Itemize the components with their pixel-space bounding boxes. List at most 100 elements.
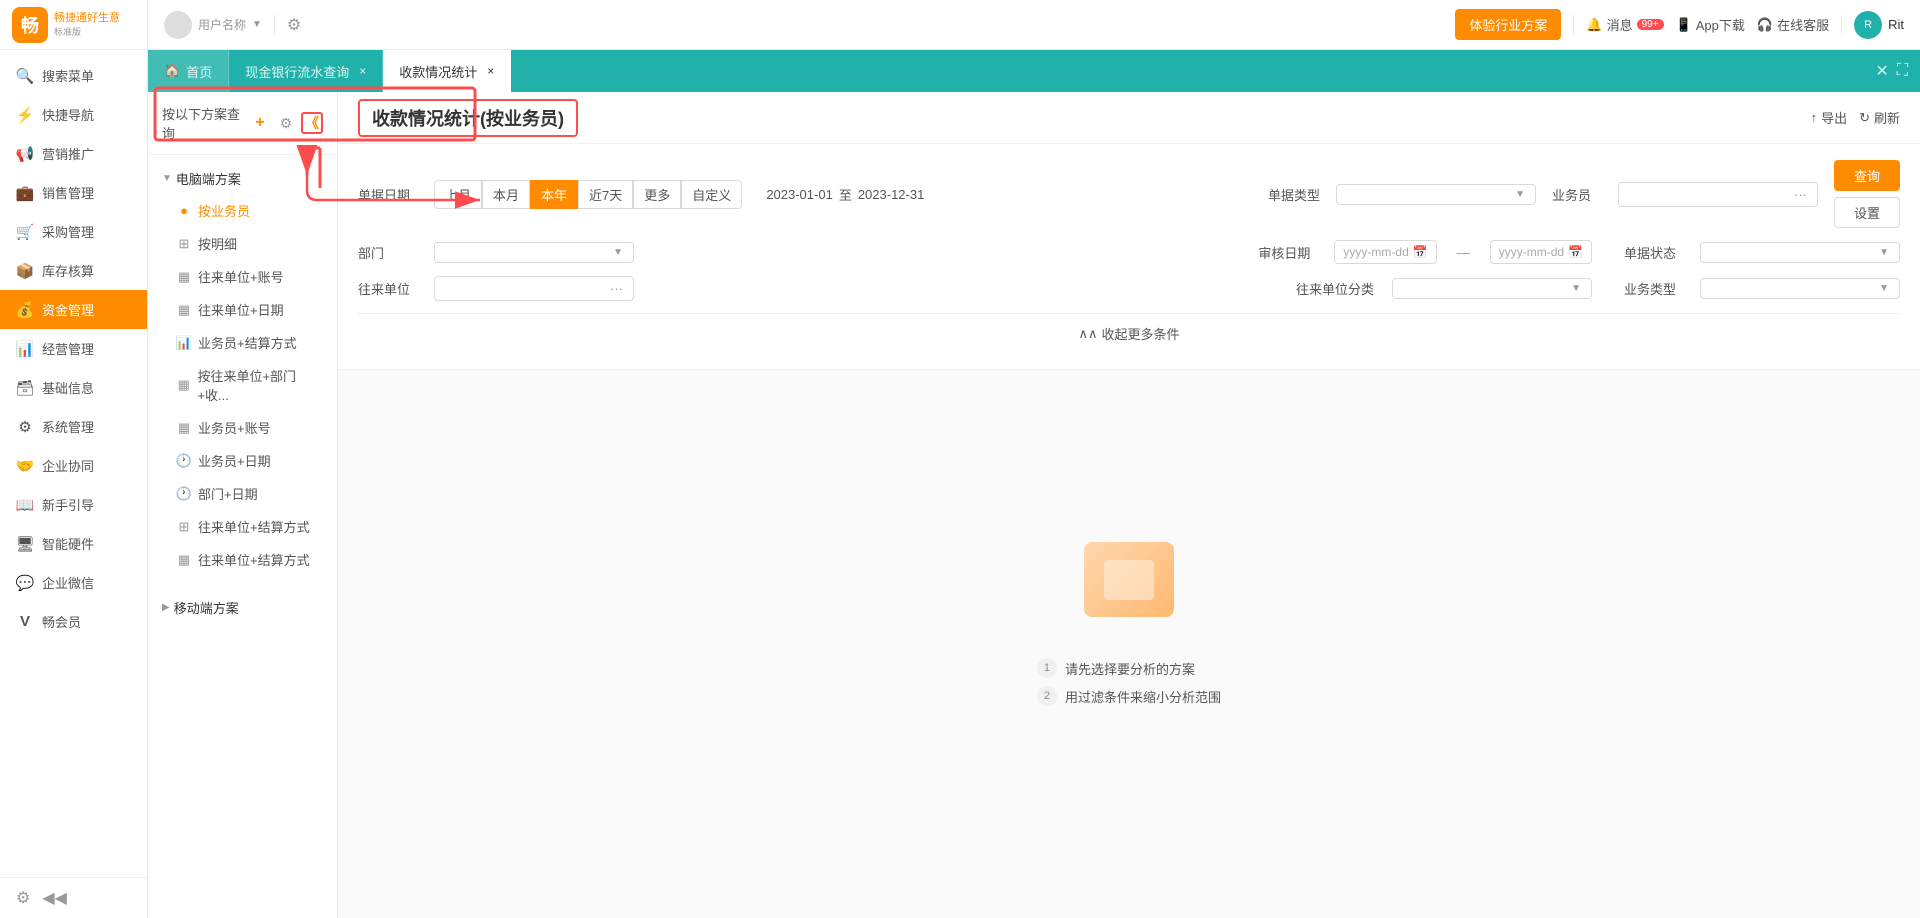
scheme-item-partner-account[interactable]: ▦ 往来单位+账号 [148, 260, 337, 293]
sidebar-item-wechat[interactable]: 💬 企业微信 [0, 563, 147, 602]
sidebar-item-finance[interactable]: 💰 资金管理 [0, 290, 147, 329]
sidebar-item-enterprise[interactable]: 🤝 企业协同 [0, 446, 147, 485]
refresh-btn[interactable]: ↻ 刷新 [1859, 108, 1900, 127]
date-btn-custom[interactable]: 自定义 [681, 180, 742, 209]
sidebar-item-quicknav[interactable]: ⚡ 快捷导航 [0, 95, 147, 134]
search-icon: 🔍 [16, 67, 34, 85]
sidebar: 畅 畅捷通好生意 标准版 🔍 搜索菜单 ⚡ 快捷导航 📢 营销推广 💼 销售管理… [0, 0, 148, 918]
purchase-icon: 🛒 [16, 223, 34, 241]
notification-btn[interactable]: 🔔 消息 99+ [1586, 15, 1663, 34]
maximize-icon[interactable]: ⛶ [1897, 62, 1908, 80]
scheme-item-dept-date[interactable]: 🕐 部门+日期 [148, 477, 337, 510]
review-date-to[interactable]: yyyy-mm-dd 📅 [1490, 240, 1592, 264]
sales-icon: 💼 [16, 184, 34, 202]
sidebar-item-purchase[interactable]: 🛒 采购管理 [0, 212, 147, 251]
partner-more-icon[interactable]: ··· [610, 281, 623, 296]
scheme-item-salesperson-settlement[interactable]: 📊 业务员+结算方式 [148, 326, 337, 359]
date-btn-thismonth[interactable]: 本月 [482, 180, 530, 209]
table2-icon: ▦ [176, 302, 192, 318]
chevron-down-icon[interactable]: ▼ [252, 19, 262, 30]
dept-select[interactable]: ▼ [434, 242, 634, 263]
scheme-item-partner-settlement2[interactable]: ▦ 往来单位+结算方式 [148, 543, 337, 576]
app-download-btn[interactable]: 📱 App下载 [1676, 15, 1745, 34]
sidebar-item-search[interactable]: 🔍 搜索菜单 [0, 56, 147, 95]
user-avatar2: R [1854, 11, 1882, 39]
divider [274, 15, 275, 35]
partner-category-select[interactable]: ▼ [1392, 278, 1592, 299]
date-btn-thisyear[interactable]: 本年 [530, 180, 578, 209]
tab-collection-stats[interactable]: 收款情况统计 × [383, 50, 511, 92]
collapse-sidebar-icon[interactable]: ◀◀ [42, 888, 67, 908]
divider2 [1573, 15, 1574, 35]
sidebar-item-hardware[interactable]: 🖥 智能硬件 [0, 524, 147, 563]
review-date-from[interactable]: yyyy-mm-dd 📅 [1334, 240, 1436, 264]
divider3 [1841, 15, 1842, 35]
filter-area: 单据日期 上月 本月 本年 近7天 更多 自定义 2023-01-01 至 20… [338, 144, 1920, 370]
collapse-panel-btn[interactable]: 《 [301, 112, 323, 134]
close-tab1-icon[interactable]: × [359, 64, 366, 78]
date-label: 单据日期 [358, 185, 418, 204]
tree-header-mobile[interactable]: ▶ 移动端方案 [148, 592, 337, 623]
marketing-icon: 📢 [16, 145, 34, 163]
sidebar-item-operation[interactable]: 📊 经营管理 [0, 329, 147, 368]
scheme-item-detail[interactable]: ⊞ 按明细 [148, 227, 337, 260]
tab-bank-flow[interactable]: 现金银行流水查询 × [229, 50, 383, 92]
refresh-icon: ↻ [1859, 110, 1870, 126]
vip-icon: V [16, 613, 34, 631]
close-tab2-icon[interactable]: × [487, 64, 494, 78]
quick-icon: ⚡ [16, 106, 34, 124]
online-service-btn[interactable]: 🎧 在线客服 [1757, 15, 1829, 34]
sidebar-bottom: ⚙ ◀◀ [0, 877, 147, 918]
close-all-icon[interactable]: ✕ [1875, 61, 1888, 81]
sidebar-item-inventory[interactable]: 📦 库存核算 [0, 251, 147, 290]
bell-icon: 🔔 [1586, 17, 1602, 33]
page-title-box: 收款情况统计(按业务员) [358, 99, 578, 137]
sidebar-item-system[interactable]: ⚙ 系统管理 [0, 407, 147, 446]
empty-step-2: 2 用过滤条件来缩小分析范围 [1037, 686, 1221, 706]
tab-home[interactable]: 🏠 首页 [148, 50, 229, 92]
collapse-more-btn[interactable]: ∧∧ 收起更多条件 [358, 313, 1900, 353]
settings-button[interactable]: 设置 [1834, 197, 1900, 228]
date-btn-more[interactable]: 更多 [633, 180, 681, 209]
doctype-select[interactable]: ▼ [1336, 184, 1536, 205]
empty-box-graphic [1084, 542, 1174, 617]
date-btn-lastmonth[interactable]: 上月 [434, 180, 482, 209]
add-scheme-btn[interactable]: + [249, 112, 271, 134]
salesperson-select[interactable]: ··· [1618, 182, 1818, 207]
user-info: 用户名称 ▼ [164, 11, 262, 39]
sidebar-item-guide[interactable]: 📖 新手引导 [0, 485, 147, 524]
notification-badge: 99+ [1637, 19, 1664, 30]
right-panel: 收款情况统计(按业务员) ↑ 导出 ↻ 刷新 单据日期 [338, 92, 1920, 918]
page-header: 收款情况统计(按业务员) ↑ 导出 ↻ 刷新 [338, 92, 1920, 144]
doc-status-select[interactable]: ▼ [1700, 242, 1900, 263]
settings-bottom-icon[interactable]: ⚙ [16, 888, 30, 908]
scheme-settings-btn[interactable]: ⚙ [275, 112, 297, 134]
scheme-item-salesperson-account[interactable]: ▦ 业务员+账号 [148, 411, 337, 444]
business-type-select[interactable]: ▼ [1700, 278, 1900, 299]
query-button[interactable]: 查询 [1834, 160, 1900, 191]
left-panel-header: 按以下方案查询 + ⚙ 《 [148, 92, 337, 155]
gear-icon[interactable]: ⚙ [287, 15, 301, 35]
empty-state: 1 请先选择要分析的方案 2 用过滤条件来缩小分析范围 [338, 370, 1920, 918]
date-to: 2023-12-31 [858, 187, 925, 202]
finance-icon: 💰 [16, 301, 34, 319]
salesperson-more-icon[interactable]: ··· [1794, 187, 1807, 202]
date-btn-7days[interactable]: 近7天 [578, 180, 633, 209]
scheme-item-salesperson[interactable]: ● 按业务员 [148, 194, 337, 227]
sidebar-item-vip[interactable]: V 畅会员 [0, 602, 147, 641]
sidebar-item-basic[interactable]: 🗃 基础信息 [0, 368, 147, 407]
export-btn[interactable]: ↑ 导出 [1811, 108, 1848, 127]
hardware-icon: 🖥 [16, 535, 34, 553]
review-date-label: 审核日期 [1258, 243, 1318, 262]
scheme-item-partner-date[interactable]: ▦ 往来单位+日期 [148, 293, 337, 326]
filter-row-2: 部门 ▼ 审核日期 yyyy-mm-dd 📅 — yyyy-mm-dd 📅 [358, 240, 1900, 264]
scheme-item-partner-settlement1[interactable]: ⊞ 往来单位+结算方式 [148, 510, 337, 543]
sidebar-item-marketing[interactable]: 📢 营销推广 [0, 134, 147, 173]
partner-select[interactable]: ··· [434, 276, 634, 301]
industry-btn[interactable]: 体验行业方案 [1455, 9, 1561, 40]
scheme-item-salesperson-date[interactable]: 🕐 业务员+日期 [148, 444, 337, 477]
tree-arrow-icon: ▼ [162, 173, 172, 184]
scheme-item-partner-dept[interactable]: ▦ 按往来单位+部门+收... [148, 359, 337, 411]
sidebar-item-sales[interactable]: 💼 销售管理 [0, 173, 147, 212]
tree-header-desktop[interactable]: ▼ 电脑端方案 [148, 163, 337, 194]
